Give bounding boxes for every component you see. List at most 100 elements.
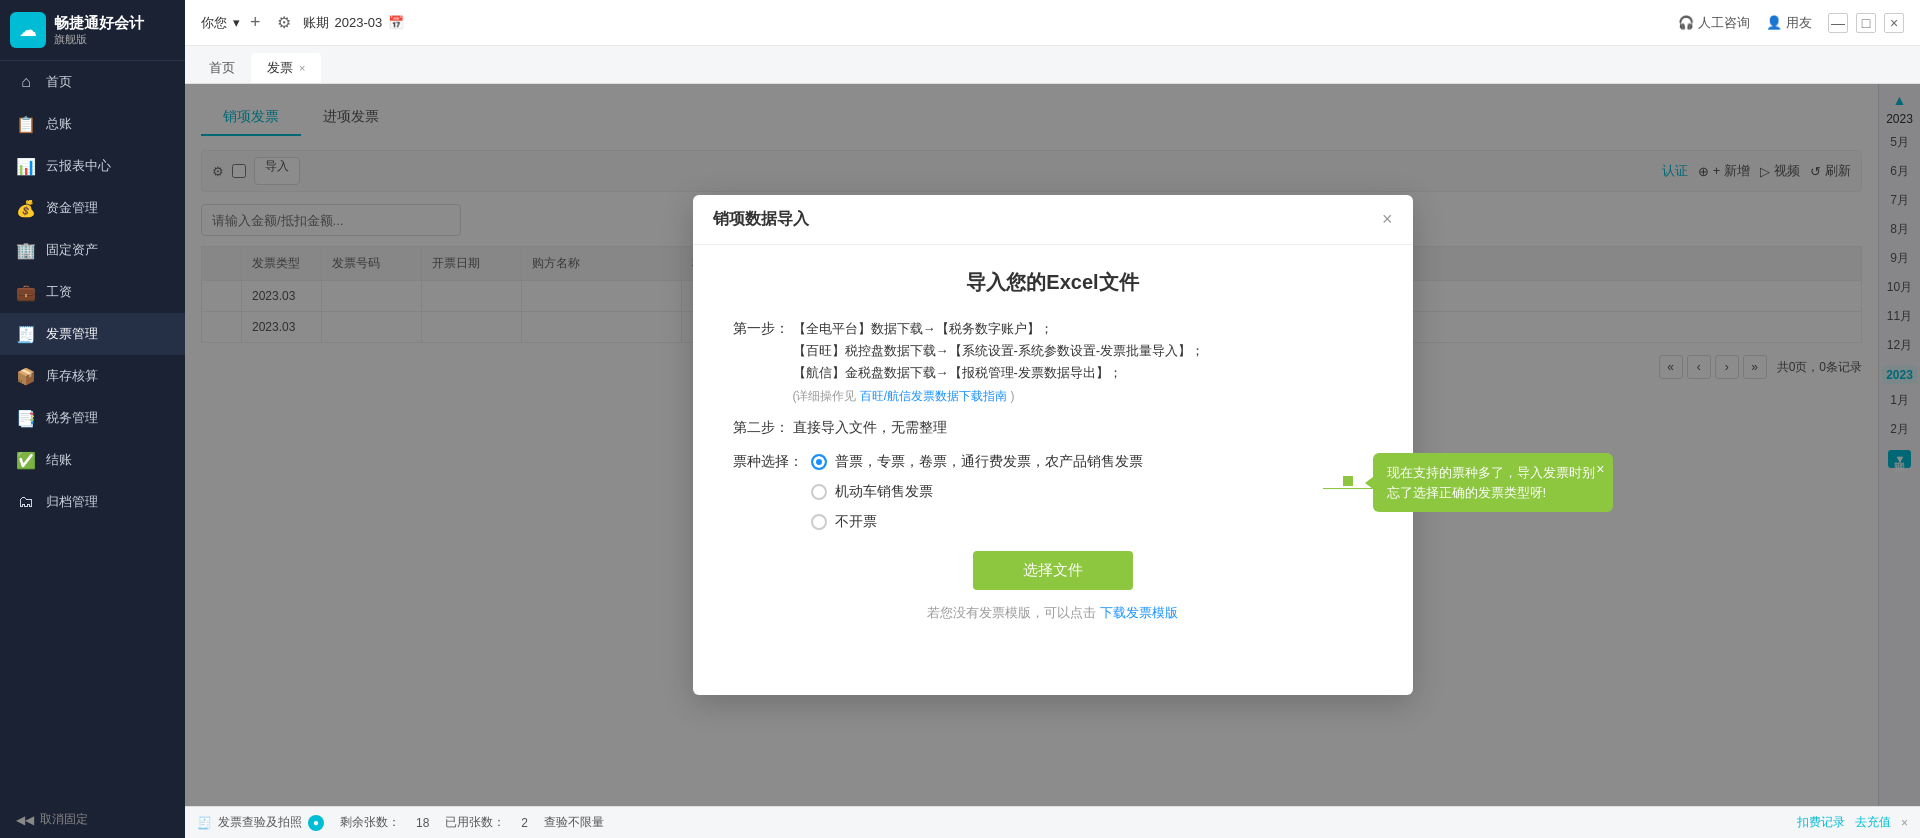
radio-normal-circle [811, 454, 827, 470]
sidebar-item-label: 税务管理 [46, 409, 98, 427]
sidebar-item-label: 首页 [46, 73, 72, 91]
settings-icon[interactable]: ⚙ [277, 13, 291, 32]
step1-label: 第一步： [733, 320, 793, 405]
radio-no-invoice[interactable]: 不开票 [811, 513, 1143, 531]
status-close-button[interactable]: × [1901, 816, 1908, 830]
sidebar-item-fund[interactable]: 💰 资金管理 [0, 187, 185, 229]
sidebar-item-label: 工资 [46, 283, 72, 301]
invoice-check-section: 🧾 发票查验及拍照 ● [197, 814, 324, 831]
sidebar-logo: ☁ 畅捷通好会计 旗舰版 [0, 0, 185, 61]
select-file-button[interactable]: 选择文件 [973, 551, 1133, 590]
tooltip-bubble: × 现在支持的票种多了，导入发票时别忘了选择正确的发票类型呀! [1373, 453, 1613, 512]
verify-limit-label: 查验不限量 [544, 814, 604, 831]
company-selector[interactable]: 你您 ▾ [201, 14, 240, 32]
ticket-select-row: 票种选择： 普票，专票，卷票，通行费发票，农产品销售发票 [733, 453, 1373, 531]
ledger-icon: 📋 [16, 114, 36, 134]
user-icon: 👤 [1766, 15, 1782, 30]
remaining-label: 剩余张数： [340, 814, 400, 831]
user-menu[interactable]: 👤 用友 [1766, 14, 1812, 32]
radio-no-invoice-label: 不开票 [835, 513, 877, 531]
period-selector[interactable]: 账期 2023-03 📅 [303, 14, 405, 32]
period-value: 2023-03 [335, 15, 383, 30]
salary-icon: 💼 [16, 282, 36, 302]
sidebar-item-ledger[interactable]: 📋 总账 [0, 103, 185, 145]
status-bar: 🧾 发票查验及拍照 ● 剩余张数： 18 已用张数： 2 查验不限量 扣费记录 … [185, 806, 1920, 838]
import-modal: 销项数据导入 × 导入您的Excel文件 第一步： 【全电平台】数据下载→【税务… [693, 195, 1413, 695]
recharge-button[interactable]: 去充值 [1855, 814, 1891, 831]
fund-icon: 💰 [16, 198, 36, 218]
company-name: 你您 [201, 14, 227, 32]
consult-button[interactable]: 🎧 人工咨询 [1678, 14, 1750, 32]
tab-invoice[interactable]: 发票 × [251, 53, 321, 83]
sidebar-item-label: 库存核算 [46, 367, 98, 385]
invoice-icon-small: 🧾 [197, 816, 212, 830]
step2-row: 第二步： 直接导入文件，无需整理 [733, 419, 1373, 437]
step1-line-2: 【百旺】税控盘数据下载→【系统设置-系统参数设置-发票批量导入】； [793, 342, 1205, 360]
tab-home[interactable]: 首页 [193, 53, 251, 83]
sidebar-item-label: 云报表中心 [46, 157, 111, 175]
sidebar-item-invoice[interactable]: 🧾 发票管理 [0, 313, 185, 355]
content-area: 销项发票 进项发票 ⚙ 导入 认证 ⊕ + 新增 ▷ 视频 ↺ 刷新 [185, 84, 1920, 806]
step1-link-row: (详细操作见 百旺/航信发票数据下载指南 ) [793, 388, 1205, 405]
step1-row: 第一步： 【全电平台】数据下载→【税务数字账户】； 【百旺】税控盘数据下载→【系… [733, 320, 1373, 405]
tab-invoice-label: 发票 [267, 59, 293, 77]
status-right: 扣费记录 去充值 × [1797, 814, 1908, 831]
main-area: 你您 ▾ + ⚙ 账期 2023-03 📅 🎧 人工咨询 👤 用友 [185, 0, 1920, 838]
tooltip-container: × 现在支持的票种多了，导入发票时别忘了选择正确的发票类型呀! [1323, 453, 1613, 512]
modal-footer: 若您没有发票模版，可以点击 下载发票模版 [733, 604, 1373, 622]
add-button[interactable]: + [250, 12, 261, 33]
cloud-report-icon: 📊 [16, 156, 36, 176]
sidebar-item-checkout[interactable]: ✅ 结账 [0, 439, 185, 481]
radio-no-invoice-circle [811, 514, 827, 530]
topbar: 你您 ▾ + ⚙ 账期 2023-03 📅 🎧 人工咨询 👤 用友 [185, 0, 1920, 46]
tooltip-close-button[interactable]: × [1596, 459, 1604, 480]
radio-normal[interactable]: 普票，专票，卷票，通行费发票，农产品销售发票 [811, 453, 1143, 471]
step1-content: 【全电平台】数据下载→【税务数字账户】； 【百旺】税控盘数据下载→【系统设置-系… [793, 320, 1205, 405]
sidebar-nav: ⌂ 首页 📋 总账 📊 云报表中心 💰 资金管理 🏢 固定资产 💼 工资 [0, 61, 185, 801]
modal-close-button[interactable]: × [1382, 209, 1393, 230]
sidebar-item-archive[interactable]: 🗂 归档管理 [0, 481, 185, 523]
modal-main-title: 导入您的Excel文件 [733, 269, 1373, 296]
modal-overlay: 销项数据导入 × 导入您的Excel文件 第一步： 【全电平台】数据下载→【税务… [185, 84, 1920, 806]
tooltip-text: 现在支持的票种多了，导入发票时别忘了选择正确的发票类型呀! [1387, 465, 1595, 500]
sidebar-footer-cancel-fixed[interactable]: ◀◀ 取消固定 [0, 801, 185, 838]
sidebar-item-salary[interactable]: 💼 工资 [0, 271, 185, 313]
radio-group: 普票，专票，卷票，通行费发票，农产品销售发票 机动车销售发票 [811, 453, 1143, 531]
radio-motor[interactable]: 机动车销售发票 [811, 483, 1143, 501]
headset-icon: 🎧 [1678, 15, 1694, 30]
window-controls: — □ × [1828, 13, 1904, 33]
sidebar-item-cloud-report[interactable]: 📊 云报表中心 [0, 145, 185, 187]
consult-label: 人工咨询 [1698, 14, 1750, 32]
download-template-link[interactable]: 下载发票模版 [1100, 605, 1178, 620]
minimize-button[interactable]: — [1828, 13, 1848, 33]
sidebar-item-fixed-assets[interactable]: 🏢 固定资产 [0, 229, 185, 271]
sidebar-item-label: 总账 [46, 115, 72, 133]
step2-text: 直接导入文件，无需整理 [793, 419, 947, 437]
invoice-icon: 🧾 [16, 324, 36, 344]
company-chevron-icon: ▾ [233, 15, 240, 30]
ticket-select-label: 票种选择： [733, 453, 811, 471]
modal-header: 销项数据导入 × [693, 195, 1413, 245]
sidebar: ☁ 畅捷通好会计 旗舰版 ⌂ 首页 📋 总账 📊 云报表中心 💰 资金管理 [0, 0, 185, 838]
tab-close-icon[interactable]: × [299, 62, 305, 74]
logo-title: 畅捷通好会计 [54, 14, 144, 32]
user-label: 用友 [1786, 14, 1812, 32]
sidebar-item-inventory[interactable]: 📦 库存核算 [0, 355, 185, 397]
sidebar-item-label: 资金管理 [46, 199, 98, 217]
tab-home-label: 首页 [209, 59, 235, 77]
logo-icon: ☁ [10, 12, 46, 48]
recharge-record-link[interactable]: 扣费记录 [1797, 814, 1845, 831]
checkout-icon: ✅ [16, 450, 36, 470]
sidebar-item-tax[interactable]: 📑 税务管理 [0, 397, 185, 439]
maximize-button[interactable]: □ [1856, 13, 1876, 33]
download-guide-link[interactable]: 百旺/航信发票数据下载指南 [860, 389, 1007, 403]
calendar-icon: 📅 [388, 15, 404, 30]
topbar-right: 🎧 人工咨询 👤 用友 — □ × [1678, 13, 1904, 33]
sidebar-item-home[interactable]: ⌂ 首页 [0, 61, 185, 103]
tax-icon: 📑 [16, 408, 36, 428]
radio-motor-circle [811, 484, 827, 500]
step2-label: 第二步： [733, 419, 793, 437]
sidebar-item-label: 发票管理 [46, 325, 98, 343]
close-window-button[interactable]: × [1884, 13, 1904, 33]
tabbar: 首页 发票 × [185, 46, 1920, 84]
